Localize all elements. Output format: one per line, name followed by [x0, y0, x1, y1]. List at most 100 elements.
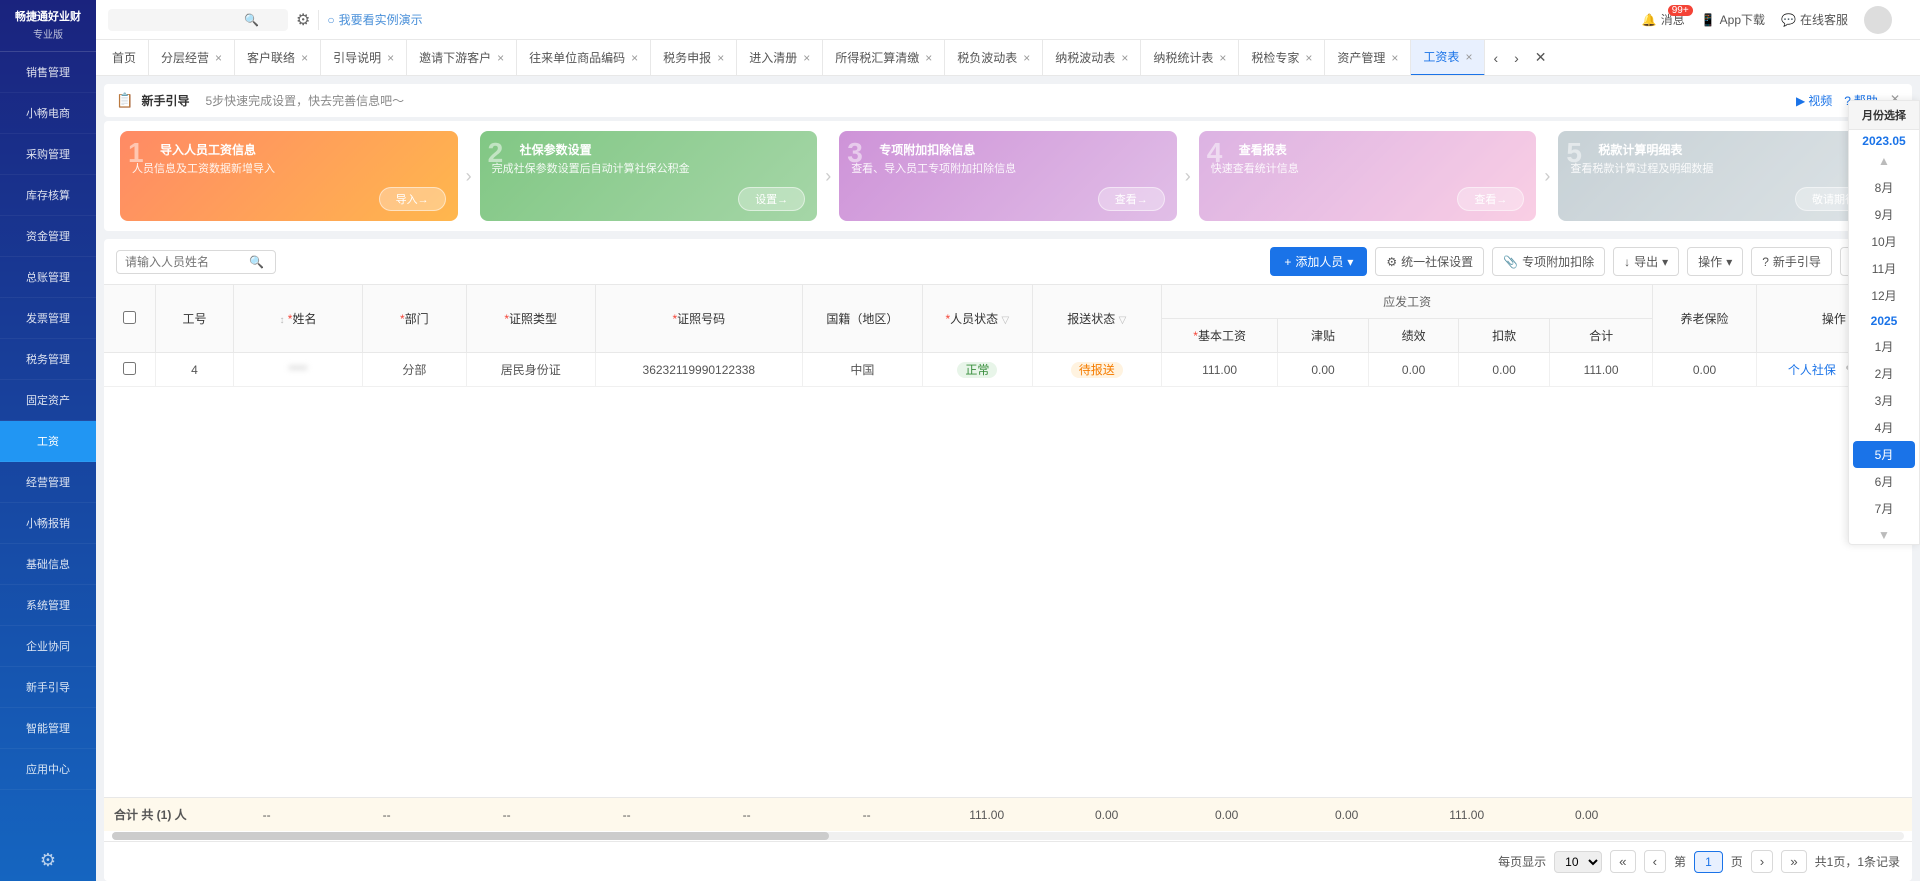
special-deduct-btn[interactable]: 📎 专项附加扣除: [1492, 247, 1605, 276]
op-social-insurance-0[interactable]: 个人社保: [1788, 363, 1836, 377]
name-sort-icon[interactable]: ↕: [279, 315, 284, 326]
new-guide-btn[interactable]: ? 新手引导: [1751, 247, 1832, 276]
tab-close-1[interactable]: ×: [215, 51, 222, 65]
online-service-btn[interactable]: 💬 在线客服: [1781, 11, 1848, 28]
tab-13[interactable]: 资产管理×: [1325, 40, 1411, 76]
tab-close-all-btn[interactable]: ✕: [1527, 49, 1555, 66]
search-icon[interactable]: 🔍: [249, 255, 264, 269]
sidebar-item-0[interactable]: 销售管理: [0, 52, 96, 93]
tab-close-6[interactable]: ×: [717, 51, 724, 65]
report-filter-icon[interactable]: ▽: [1119, 315, 1127, 326]
tab-close-13[interactable]: ×: [1391, 51, 1398, 65]
month-item-2[interactable]: 2月: [1849, 360, 1919, 387]
month-item-5-active[interactable]: 5月: [1853, 441, 1915, 468]
scrollbar-thumb[interactable]: [112, 832, 829, 840]
tab-11[interactable]: 纳税统计表×: [1141, 40, 1239, 76]
sidebar-item-14[interactable]: 企业协同: [0, 626, 96, 667]
user-avatar[interactable]: [1864, 6, 1892, 34]
tab-12[interactable]: 税检专家×: [1239, 40, 1325, 76]
sidebar-item-17[interactable]: 应用中心: [0, 749, 96, 790]
month-item-12[interactable]: 12月: [1849, 282, 1919, 309]
tab-7[interactable]: 进入清册×: [737, 40, 823, 76]
sidebar-item-5[interactable]: 总账管理: [0, 257, 96, 298]
month-item-10[interactable]: 10月: [1849, 228, 1919, 255]
tab-14[interactable]: 工资表×: [1411, 40, 1485, 76]
tab-0[interactable]: 首页: [100, 40, 149, 76]
tab-4[interactable]: 邀请下游客户×: [407, 40, 517, 76]
horizontal-scrollbar[interactable]: [104, 831, 1912, 841]
topbar-gear-icon[interactable]: ⚙: [296, 10, 310, 30]
messages-btn[interactable]: 🔔 99+ 消息: [1642, 11, 1685, 28]
app-download-btn[interactable]: 📱 App下载: [1701, 11, 1765, 28]
sidebar-item-6[interactable]: 发票管理: [0, 298, 96, 339]
sidebar-settings-icon[interactable]: ⚙: [0, 840, 96, 881]
tab-close-4[interactable]: ×: [497, 51, 504, 65]
month-item-6[interactable]: 6月: [1849, 468, 1919, 495]
month-item-7[interactable]: 7月: [1849, 495, 1919, 522]
tab-prev-btn[interactable]: ‹: [1485, 50, 1506, 66]
tab-close-11[interactable]: ×: [1219, 51, 1226, 65]
tab-close-5[interactable]: ×: [631, 51, 638, 65]
employee-search-input[interactable]: [125, 255, 245, 269]
sidebar-item-4[interactable]: 资金管理: [0, 216, 96, 257]
sidebar-item-3[interactable]: 库存核算: [0, 175, 96, 216]
tab-close-9[interactable]: ×: [1023, 51, 1030, 65]
select-all-checkbox[interactable]: [123, 311, 136, 324]
tab-3[interactable]: 引导说明×: [321, 40, 407, 76]
month-item-3[interactable]: 3月: [1849, 387, 1919, 414]
topbar-search-box[interactable]: 🔍: [108, 9, 288, 31]
mp-scroll-up-btn[interactable]: ▲: [1849, 152, 1919, 170]
sidebar-item-7[interactable]: 税务管理: [0, 339, 96, 380]
topbar-search-input[interactable]: [118, 13, 238, 27]
tab-close-8[interactable]: ×: [925, 51, 932, 65]
sidebar-item-9[interactable]: 工资: [0, 421, 96, 462]
add-employee-btn[interactable]: + 添加人员 ▾: [1270, 247, 1367, 276]
status-filter-icon[interactable]: ▽: [1001, 315, 1009, 326]
tab-5[interactable]: 往来单位商品编码×: [517, 40, 651, 76]
tab-10[interactable]: 纳税波动表×: [1043, 40, 1141, 76]
topbar-demo-link[interactable]: ○ 我要看实例演示: [327, 11, 422, 28]
tab-6[interactable]: 税务申报×: [651, 40, 737, 76]
cell-checkbox-0[interactable]: [104, 353, 156, 387]
first-page-btn[interactable]: «: [1610, 850, 1635, 873]
month-item-4[interactable]: 4月: [1849, 414, 1919, 441]
month-item-8[interactable]: 8月: [1849, 174, 1919, 201]
table-scroll-area[interactable]: 工号 ↕ *姓名 *部门 *证照类型: [104, 285, 1912, 797]
tab-close-2[interactable]: ×: [301, 51, 308, 65]
sidebar-item-16[interactable]: 智能管理: [0, 708, 96, 749]
sidebar-item-12[interactable]: 基础信息: [0, 544, 96, 585]
tab-close-3[interactable]: ×: [387, 51, 394, 65]
step4-btn[interactable]: 查看→: [1457, 187, 1524, 211]
tab-close-12[interactable]: ×: [1305, 51, 1312, 65]
tab-9[interactable]: 税负波动表×: [945, 40, 1043, 76]
sidebar-item-2[interactable]: 采购管理: [0, 134, 96, 175]
tab-next-btn[interactable]: ›: [1506, 50, 1527, 66]
operations-btn[interactable]: 操作 ▾: [1687, 247, 1743, 276]
step2-btn[interactable]: 设置→: [738, 187, 805, 211]
month-item-1[interactable]: 1月: [1849, 333, 1919, 360]
guide-video-link[interactable]: ▶ 视频: [1796, 92, 1832, 109]
tab-close-10[interactable]: ×: [1121, 51, 1128, 65]
last-page-btn[interactable]: »: [1781, 850, 1806, 873]
prev-page-btn[interactable]: ‹: [1644, 850, 1666, 873]
sidebar-item-8[interactable]: 固定资产: [0, 380, 96, 421]
sidebar-item-15[interactable]: 新手引导: [0, 667, 96, 708]
export-btn[interactable]: ↓ 导出 ▾: [1613, 247, 1679, 276]
sidebar-item-11[interactable]: 小畅报销: [0, 503, 96, 544]
mp-scroll-down-btn[interactable]: ▼: [1849, 526, 1919, 544]
sidebar-item-1[interactable]: 小畅电商: [0, 93, 96, 134]
tab-1[interactable]: 分层经营×: [149, 40, 235, 76]
per-page-select[interactable]: 10 20 50: [1554, 851, 1602, 873]
sidebar-item-13[interactable]: 系统管理: [0, 585, 96, 626]
next-page-btn[interactable]: ›: [1751, 850, 1773, 873]
sidebar-item-10[interactable]: 经营管理: [0, 462, 96, 503]
month-item-11[interactable]: 11月: [1849, 255, 1919, 282]
step1-btn[interactable]: 导入→: [379, 187, 446, 211]
tab-2[interactable]: 客户联络×: [235, 40, 321, 76]
tab-close-14[interactable]: ×: [1465, 50, 1472, 64]
unified-settings-btn[interactable]: ⚙ 统一社保设置: [1375, 247, 1484, 276]
tab-8[interactable]: 所得税汇算清缴×: [823, 40, 945, 76]
row-checkbox-0[interactable]: [123, 362, 136, 375]
employee-search-box[interactable]: 🔍: [116, 250, 276, 274]
step3-btn[interactable]: 查看→: [1098, 187, 1165, 211]
